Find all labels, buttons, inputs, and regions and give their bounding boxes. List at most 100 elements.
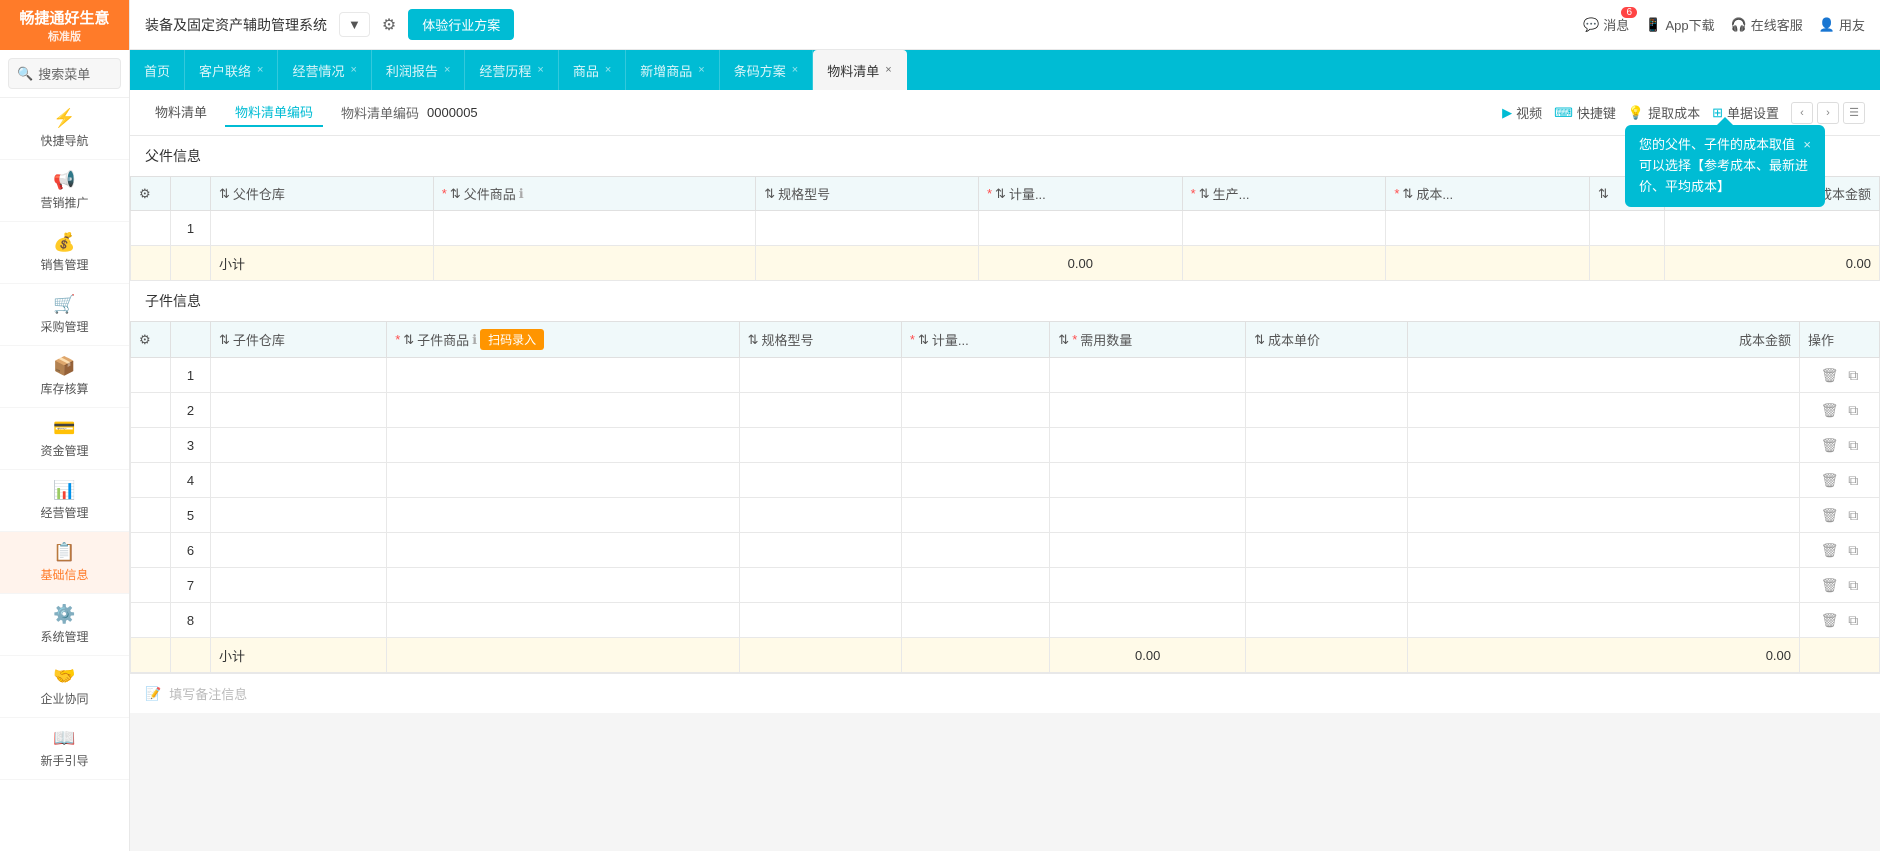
parent-row-production[interactable]: [1182, 211, 1386, 246]
search-menu-button[interactable]: 🔍 搜索菜单: [8, 58, 121, 89]
child-row-warehouse[interactable]: [211, 428, 387, 463]
sidebar-item-operations[interactable]: 📊 经营管理: [0, 470, 129, 532]
child-row-product[interactable]: [387, 358, 739, 393]
sidebar-item-finance[interactable]: 💳 资金管理: [0, 408, 129, 470]
delete-icon[interactable]: 🗑: [1821, 542, 1839, 558]
settings-gear-icon-parent[interactable]: ⚙: [139, 186, 151, 201]
delete-icon[interactable]: 🗑: [1821, 507, 1839, 523]
nav-prev-button[interactable]: ‹: [1791, 102, 1813, 124]
page-tab-bom-code[interactable]: 物料清单编码: [225, 98, 323, 127]
settings-gear-icon[interactable]: ⚙: [382, 15, 396, 35]
parent-row-extra[interactable]: [1590, 211, 1665, 246]
child-row-unit-cost[interactable]: [1246, 463, 1408, 498]
child-row-spec[interactable]: [739, 498, 901, 533]
child-row-unit-cost[interactable]: [1246, 428, 1408, 463]
settings-gear-icon-child[interactable]: ⚙: [139, 332, 151, 347]
child-row-warehouse[interactable]: [211, 358, 387, 393]
copy-icon[interactable]: ⧉: [1848, 437, 1858, 453]
tab-barcode[interactable]: 条码方案 ×: [720, 50, 813, 90]
child-row-qty-needed[interactable]: [1050, 393, 1246, 428]
child-row-qty[interactable]: [901, 358, 1049, 393]
sidebar-item-basic-info[interactable]: 📋 基础信息: [0, 532, 129, 594]
child-row-product[interactable]: [387, 463, 739, 498]
sidebar-item-cooperation[interactable]: 🤝 企业协同: [0, 656, 129, 718]
child-row-qty[interactable]: [901, 428, 1049, 463]
child-row-warehouse[interactable]: [211, 568, 387, 603]
tab-new-product-close-icon[interactable]: ×: [698, 64, 704, 76]
child-row-product[interactable]: [387, 568, 739, 603]
child-row-qty-needed[interactable]: [1050, 498, 1246, 533]
child-row-unit-cost[interactable]: [1246, 603, 1408, 638]
child-row-unit-cost[interactable]: [1246, 358, 1408, 393]
copy-icon[interactable]: ⧉: [1848, 542, 1858, 558]
sidebar-item-system[interactable]: ⚙️ 系统管理: [0, 594, 129, 656]
page-tab-bom-list[interactable]: 物料清单: [145, 98, 217, 127]
sidebar-item-inventory[interactable]: 📦 库存核算: [0, 346, 129, 408]
delete-icon[interactable]: 🗑: [1821, 437, 1839, 453]
child-row-unit-cost[interactable]: [1246, 533, 1408, 568]
video-action[interactable]: ▶ 视频: [1502, 103, 1542, 122]
child-row-qty-needed[interactable]: [1050, 358, 1246, 393]
child-row-warehouse[interactable]: [211, 463, 387, 498]
delete-icon[interactable]: 🗑: [1821, 367, 1839, 383]
child-row-qty[interactable]: [901, 393, 1049, 428]
child-row-qty-needed[interactable]: [1050, 603, 1246, 638]
sidebar-item-quick-nav[interactable]: ⚡ 快捷导航: [0, 98, 129, 160]
delete-icon[interactable]: 🗑: [1821, 577, 1839, 593]
parent-row-cost[interactable]: [1386, 211, 1590, 246]
tab-home[interactable]: 首页: [130, 50, 185, 90]
child-row-qty-needed[interactable]: [1050, 463, 1246, 498]
tab-barcode-close-icon[interactable]: ×: [792, 64, 798, 76]
nav-next-button[interactable]: ›: [1817, 102, 1839, 124]
tab-profit[interactable]: 利润报告 ×: [372, 50, 465, 90]
child-row-spec[interactable]: [739, 603, 901, 638]
tab-bom[interactable]: 物料清单 ×: [813, 50, 906, 90]
child-row-spec[interactable]: [739, 568, 901, 603]
delete-icon[interactable]: 🗑: [1821, 472, 1839, 488]
tab-customers-close-icon[interactable]: ×: [257, 64, 263, 76]
tab-products-close-icon[interactable]: ×: [605, 64, 611, 76]
child-row-product[interactable]: [387, 393, 739, 428]
child-row-spec[interactable]: [739, 463, 901, 498]
sidebar-item-purchase[interactable]: 🛒 采购管理: [0, 284, 129, 346]
app-download-item[interactable]: 📱 App下载: [1645, 15, 1714, 34]
child-row-qty[interactable]: [901, 533, 1049, 568]
child-row-product[interactable]: [387, 533, 739, 568]
get-cost-action[interactable]: 💡 提取成本: [1628, 103, 1700, 122]
tab-new-product[interactable]: 新增商品 ×: [626, 50, 719, 90]
sidebar-item-guide[interactable]: 📖 新手引导: [0, 718, 129, 780]
parent-row-warehouse[interactable]: [211, 211, 434, 246]
tab-customers[interactable]: 客户联络 ×: [185, 50, 278, 90]
child-row-warehouse[interactable]: [211, 533, 387, 568]
delete-icon[interactable]: 🗑: [1821, 402, 1839, 418]
user-item[interactable]: 👤 用友: [1819, 15, 1865, 34]
copy-icon[interactable]: ⧉: [1848, 367, 1858, 383]
child-row-qty-needed[interactable]: [1050, 568, 1246, 603]
child-row-warehouse[interactable]: [211, 498, 387, 533]
child-row-spec[interactable]: [739, 358, 901, 393]
child-row-qty-needed[interactable]: [1050, 428, 1246, 463]
copy-icon[interactable]: ⧉: [1848, 472, 1858, 488]
parent-row-product[interactable]: [433, 211, 755, 246]
nav-menu-button[interactable]: ☰: [1843, 102, 1865, 124]
system-dropdown[interactable]: ▼: [339, 12, 370, 37]
tooltip-close-button[interactable]: ×: [1803, 135, 1811, 156]
child-row-qty[interactable]: [901, 568, 1049, 603]
child-row-unit-cost[interactable]: [1246, 568, 1408, 603]
parent-row-spec[interactable]: [756, 211, 979, 246]
copy-icon[interactable]: ⧉: [1848, 612, 1858, 628]
note-placeholder[interactable]: 填写备注信息: [169, 684, 247, 703]
child-row-qty[interactable]: [901, 603, 1049, 638]
child-row-spec[interactable]: [739, 428, 901, 463]
child-row-qty-needed[interactable]: [1050, 533, 1246, 568]
child-row-spec[interactable]: [739, 533, 901, 568]
child-row-warehouse[interactable]: [211, 393, 387, 428]
copy-icon[interactable]: ⧉: [1848, 402, 1858, 418]
sidebar-item-marketing[interactable]: 📢 营销推广: [0, 160, 129, 222]
sidebar-item-sales[interactable]: 💰 销售管理: [0, 222, 129, 284]
tab-profit-close-icon[interactable]: ×: [444, 64, 450, 76]
message-item[interactable]: 💬 消息 6: [1583, 15, 1629, 34]
online-service-item[interactable]: 🎧 在线客服: [1731, 15, 1803, 34]
tab-history[interactable]: 经营历程 ×: [465, 50, 558, 90]
tab-operations[interactable]: 经营情况 ×: [278, 50, 371, 90]
